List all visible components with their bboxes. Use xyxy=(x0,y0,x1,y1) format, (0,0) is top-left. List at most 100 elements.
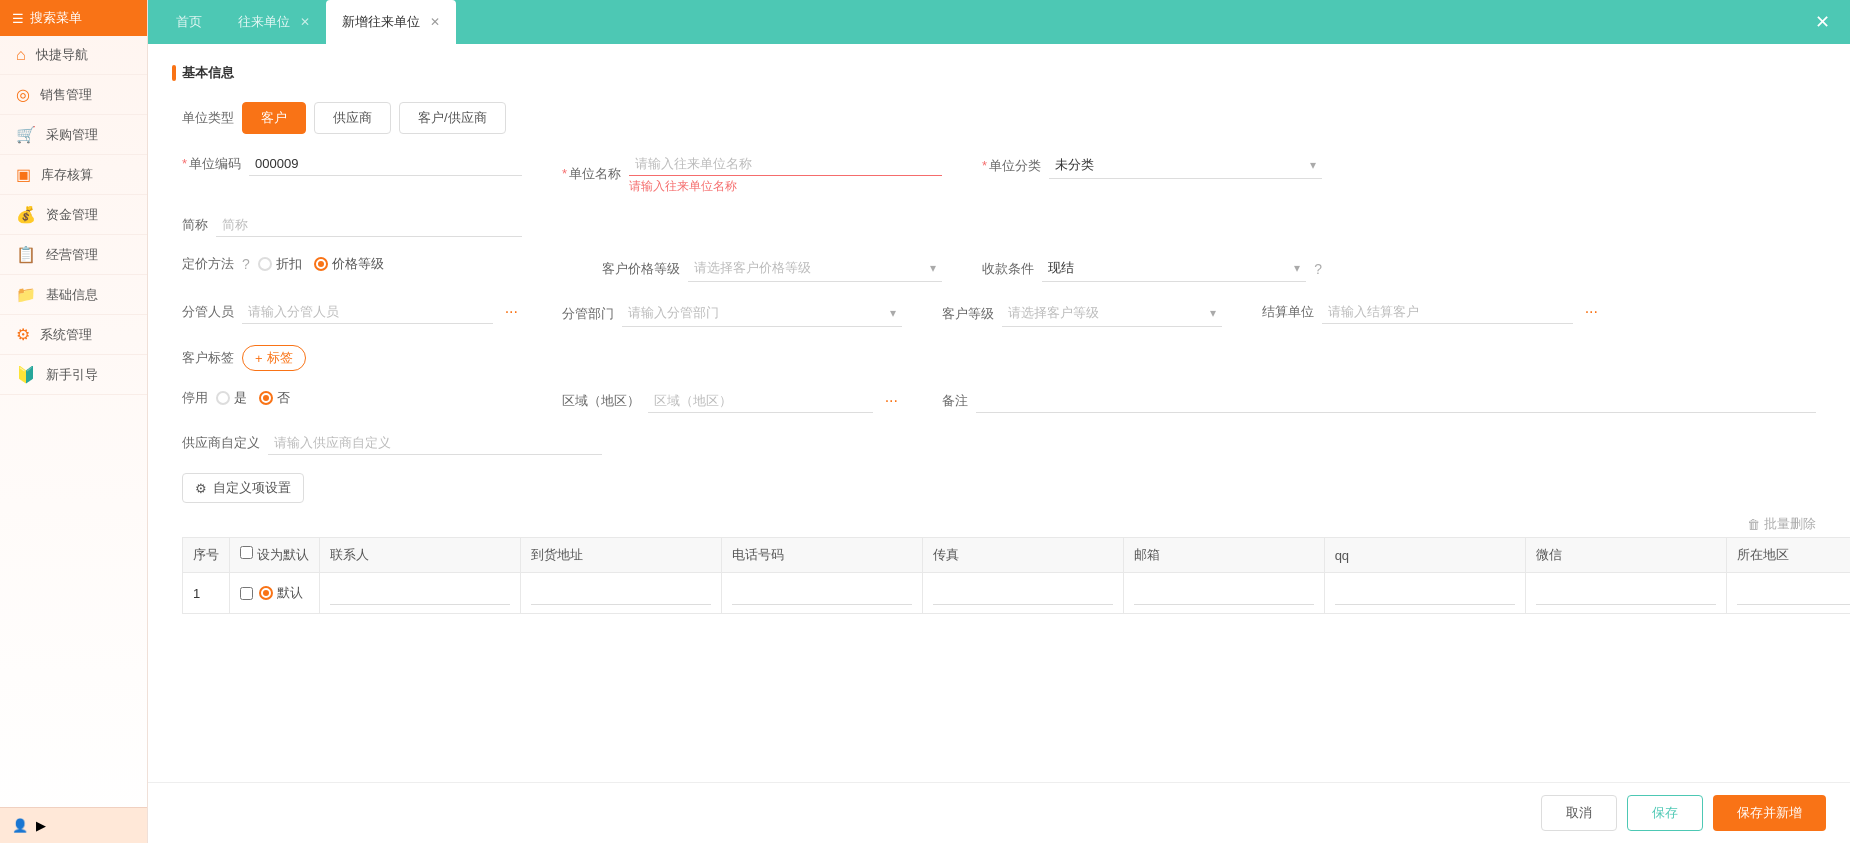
arrow-icon: ▶ xyxy=(36,818,46,833)
guide-icon: 🔰 xyxy=(16,365,36,384)
settlement-input[interactable] xyxy=(1322,300,1573,324)
note-label: 备注 xyxy=(942,392,968,410)
sidebar-item-label: 经营管理 xyxy=(46,246,98,264)
manager-label: 分管人员 xyxy=(182,303,234,321)
form-section: 单位类型 客户 供应商 客户/供应商 *单位编码 *单位名称 xyxy=(172,102,1826,614)
cell-phone xyxy=(721,573,922,614)
type-btn-both[interactable]: 客户/供应商 xyxy=(399,102,506,134)
manager-more-icon[interactable]: ··· xyxy=(501,303,522,321)
dept-field: 分管部门 请输入分管部门 ▾ xyxy=(562,300,902,327)
cell-email xyxy=(1123,573,1324,614)
window-close-button[interactable]: ✕ xyxy=(1803,11,1842,33)
radio-price-level[interactable]: 价格等级 xyxy=(314,255,384,273)
sidebar-item-purchase[interactable]: 🛒 采购管理 xyxy=(0,115,147,155)
payment-terms-select[interactable]: 现结 ▾ xyxy=(1042,255,1306,282)
tab-new-partner-label: 新增往来单位 xyxy=(342,13,420,31)
tab-new-partner-close[interactable]: ✕ xyxy=(430,15,440,29)
radio-discount[interactable]: 折扣 xyxy=(258,255,302,273)
col-region: 所在地区 xyxy=(1726,538,1850,573)
customer-price-level-placeholder: 请选择客户价格等级 xyxy=(694,259,811,277)
tag-add-button[interactable]: + 标签 xyxy=(242,345,306,371)
chevron-down-icon-2: ▾ xyxy=(930,261,936,275)
gear-icon: ⚙ xyxy=(195,481,207,496)
abbr-field: 简称 xyxy=(182,213,522,237)
unit-code-input[interactable] xyxy=(249,152,522,176)
cell-fax xyxy=(922,573,1123,614)
unit-type-label: 单位类型 xyxy=(182,109,234,127)
sidebar-item-base[interactable]: 📁 基础信息 xyxy=(0,275,147,315)
unit-name-input[interactable] xyxy=(629,152,942,176)
select-all-checkbox[interactable] xyxy=(240,546,253,559)
custom-settings-button[interactable]: ⚙ 自定义项设置 xyxy=(182,473,304,503)
dept-label: 分管部门 xyxy=(562,305,614,323)
region-label: 区域（地区） xyxy=(562,392,640,410)
type-btn-customer[interactable]: 客户 xyxy=(242,102,306,134)
disable-region-row: 停用 是 否 区域（地区） ··· xyxy=(182,389,1816,413)
inventory-icon: ▣ xyxy=(16,165,31,184)
supplier-custom-label: 供应商自定义 xyxy=(182,434,260,452)
cancel-button[interactable]: 取消 xyxy=(1541,795,1617,831)
settlement-more-icon[interactable]: ··· xyxy=(1581,303,1602,321)
email-input[interactable] xyxy=(1134,581,1314,605)
row-default-radio[interactable]: 默认 xyxy=(259,584,303,602)
sidebar-search[interactable]: ☰ 搜索菜单 xyxy=(0,0,147,36)
help-icon-payment[interactable]: ? xyxy=(1314,261,1322,277)
sidebar-item-inventory[interactable]: ▣ 库存核算 xyxy=(0,155,147,195)
operations-icon: 📋 xyxy=(16,245,36,264)
type-btn-supplier[interactable]: 供应商 xyxy=(314,102,391,134)
sidebar-item-label: 基础信息 xyxy=(46,286,98,304)
tab-new-partner[interactable]: 新增往来单位 ✕ xyxy=(326,0,456,44)
sidebar-item-operations[interactable]: 📋 经营管理 xyxy=(0,235,147,275)
dept-select[interactable]: 请输入分管部门 ▾ xyxy=(622,300,902,327)
note-input[interactable] xyxy=(976,389,1816,413)
help-icon-pricing[interactable]: ? xyxy=(242,256,250,272)
supplier-custom-field: 供应商自定义 xyxy=(182,431,602,455)
manager-input[interactable] xyxy=(242,300,493,324)
region-input[interactable] xyxy=(648,389,873,413)
wechat-input[interactable] xyxy=(1536,581,1716,605)
radio-circle-no xyxy=(259,391,273,405)
section-title-text: 基本信息 xyxy=(182,64,234,82)
batch-delete-label[interactable]: 批量删除 xyxy=(1764,515,1816,533)
region-more-icon[interactable]: ··· xyxy=(881,392,902,410)
sidebar: ☰ 搜索菜单 ⌂ 快捷导航 ◎ 销售管理 🛒 采购管理 ▣ 库存核算 💰 资金管… xyxy=(0,0,148,843)
chevron-down-icon-3: ▾ xyxy=(1294,261,1300,275)
contact-input[interactable] xyxy=(330,581,510,605)
customer-level-select[interactable]: 请选择客户等级 ▾ xyxy=(1002,300,1222,327)
customer-price-level-select[interactable]: 请选择客户价格等级 ▾ xyxy=(688,255,942,282)
batch-delete-area: 🗑 批量删除 xyxy=(182,515,1816,533)
sidebar-item-quick-nav[interactable]: ⌂ 快捷导航 xyxy=(0,36,147,75)
abbr-input[interactable] xyxy=(216,213,522,237)
unit-type-field: 单位类型 客户 供应商 客户/供应商 xyxy=(182,102,1816,134)
sidebar-item-guide[interactable]: 🔰 新手引导 xyxy=(0,355,147,395)
address-input[interactable] xyxy=(531,581,711,605)
sidebar-item-system[interactable]: ⚙ 系统管理 xyxy=(0,315,147,355)
row-checkbox[interactable] xyxy=(240,587,253,600)
phone-input[interactable] xyxy=(732,581,912,605)
col-seq: 序号 xyxy=(183,538,230,573)
sidebar-bottom[interactable]: 👤 ▶ xyxy=(0,807,147,843)
supplier-custom-input[interactable] xyxy=(268,431,602,455)
tab-partners[interactable]: 往来单位 ✕ xyxy=(222,0,326,44)
qq-input[interactable] xyxy=(1335,581,1515,605)
unit-name-label: *单位名称 xyxy=(562,165,621,183)
customer-price-level-label: 客户价格等级 xyxy=(602,260,680,278)
table-body: 1 默认 xyxy=(183,573,1851,614)
search-icon: ☰ xyxy=(12,11,24,26)
fax-input[interactable] xyxy=(933,581,1113,605)
pricing-method-field: 定价方法 ? 折扣 价格等级 xyxy=(182,255,562,273)
unit-code-field: *单位编码 xyxy=(182,152,522,176)
sidebar-item-finance[interactable]: 💰 资金管理 xyxy=(0,195,147,235)
cell-default: 默认 xyxy=(230,573,320,614)
radio-yes[interactable]: 是 xyxy=(216,389,247,407)
tab-home[interactable]: 首页 xyxy=(156,0,222,44)
col-fax: 传真 xyxy=(922,538,1123,573)
tab-partners-close[interactable]: ✕ xyxy=(300,15,310,29)
save-new-button[interactable]: 保存并新增 xyxy=(1713,795,1826,831)
customer-tag-label: 客户标签 xyxy=(182,349,234,367)
radio-no[interactable]: 否 xyxy=(259,389,290,407)
save-button[interactable]: 保存 xyxy=(1627,795,1703,831)
unit-category-select[interactable]: 未分类 ▾ xyxy=(1049,152,1322,179)
sidebar-item-sales[interactable]: ◎ 销售管理 xyxy=(0,75,147,115)
row-region-input[interactable] xyxy=(1737,581,1850,605)
